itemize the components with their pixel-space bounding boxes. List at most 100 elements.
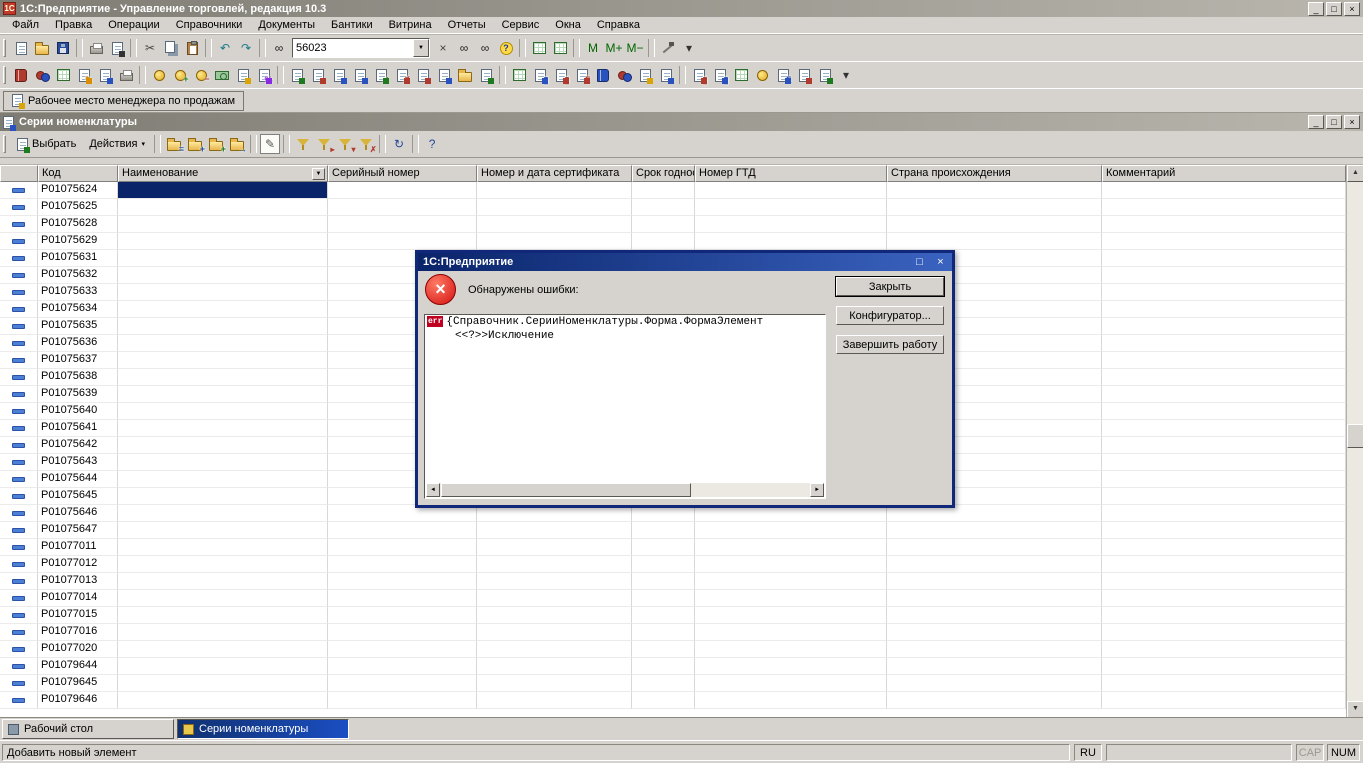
edit-item-icon[interactable]: ✎ — [260, 134, 281, 154]
maximize-button[interactable]: □ — [1326, 1, 1342, 16]
cell-empty[interactable] — [1102, 199, 1346, 216]
cell-empty[interactable] — [1102, 318, 1346, 335]
stock-report-icon[interactable]: ▮ — [710, 65, 730, 85]
cell-empty[interactable] — [1102, 301, 1346, 318]
cell-empty[interactable] — [477, 658, 632, 675]
cell-code[interactable]: P01077020 — [38, 641, 118, 658]
banknote-icon[interactable] — [212, 65, 232, 85]
new-icon[interactable] — [11, 38, 31, 58]
help-icon[interactable]: ? — [422, 134, 442, 154]
cell-empty[interactable] — [1102, 233, 1346, 250]
cell-empty[interactable] — [1102, 420, 1346, 437]
cell-empty[interactable] — [1102, 352, 1346, 369]
cell-empty[interactable] — [695, 539, 887, 556]
cell-empty[interactable] — [632, 658, 695, 675]
totals-icon[interactable]: Σ — [572, 65, 592, 85]
cell-empty[interactable] — [887, 522, 1102, 539]
clear-filter-icon[interactable]: ✗ — [356, 134, 377, 154]
table-row[interactable]: P01077014 — [0, 590, 1346, 607]
cell-empty[interactable] — [118, 386, 328, 403]
cell-empty[interactable] — [118, 267, 328, 284]
contracts-icon[interactable] — [593, 65, 613, 85]
cell-empty[interactable] — [328, 658, 477, 675]
cell-empty[interactable] — [477, 556, 632, 573]
cell-empty[interactable] — [118, 692, 328, 709]
edit-document-icon[interactable]: ✎ — [74, 65, 94, 85]
language-indicator[interactable]: RU — [1074, 744, 1102, 761]
cell-empty[interactable] — [632, 556, 695, 573]
minimize-button[interactable]: _ — [1308, 1, 1324, 16]
child-close-button[interactable]: × — [1344, 115, 1360, 129]
table-row[interactable]: P01077012 — [0, 556, 1346, 573]
cell-empty[interactable] — [632, 624, 695, 641]
cell-empty[interactable] — [695, 692, 887, 709]
cell-empty[interactable] — [118, 233, 328, 250]
cancel-doc-icon[interactable]: ✗ — [392, 65, 412, 85]
cell-empty[interactable] — [118, 471, 328, 488]
cell-code[interactable]: P01075643 — [38, 454, 118, 471]
dialog-close-button[interactable]: × — [934, 255, 947, 269]
expand-levels-icon[interactable]: + — [185, 134, 205, 154]
managers-icon[interactable] — [614, 65, 634, 85]
table-row[interactable]: P01077020 — [0, 641, 1346, 658]
cell-empty[interactable] — [632, 199, 695, 216]
transfer-doc-icon[interactable]: → — [329, 65, 349, 85]
cell-empty[interactable] — [695, 199, 887, 216]
shipment-doc-icon[interactable]: ↑ — [308, 65, 328, 85]
save-icon[interactable] — [53, 38, 73, 58]
cell-empty[interactable] — [477, 522, 632, 539]
cell-empty[interactable] — [632, 573, 695, 590]
cell-empty[interactable] — [1102, 386, 1346, 403]
cell-empty[interactable] — [1102, 522, 1346, 539]
report-table-icon[interactable] — [509, 65, 529, 85]
cell-code[interactable]: P01075638 — [38, 369, 118, 386]
sales-chart-icon[interactable]: ▮ — [530, 65, 550, 85]
open-icon[interactable] — [32, 38, 52, 58]
find-binoculars-icon[interactable]: ∞ — [454, 38, 474, 58]
cell-code[interactable]: P01075635 — [38, 318, 118, 335]
table-row[interactable]: P01075625 — [0, 199, 1346, 216]
window-tab-series[interactable]: Серии номенклатуры — [177, 719, 349, 739]
new-group-icon[interactable]: + — [206, 134, 226, 154]
posted-list-icon[interactable] — [476, 65, 496, 85]
cash-out-icon[interactable]: − — [191, 65, 211, 85]
toolbar-overflow-icon[interactable]: ▾ — [679, 38, 699, 58]
cell-code[interactable]: P01075631 — [38, 250, 118, 267]
cell-code[interactable]: P01077012 — [38, 556, 118, 573]
workspace-chip[interactable]: Рабочее место менеджера по продажам — [3, 90, 245, 111]
find-icon[interactable]: ∞ — [269, 38, 289, 58]
cell-empty[interactable] — [695, 573, 887, 590]
cell-empty[interactable] — [118, 420, 328, 437]
table-row[interactable]: P01077015 — [0, 607, 1346, 624]
cell-empty[interactable] — [1102, 692, 1346, 709]
cell-empty[interactable] — [1102, 675, 1346, 692]
counterparties-icon[interactable] — [11, 65, 31, 85]
cell-empty[interactable] — [1102, 182, 1346, 199]
column-header-certificate[interactable]: Номер и дата сертификата — [477, 165, 632, 182]
cell-code[interactable]: P01075637 — [38, 352, 118, 369]
cell-empty[interactable] — [118, 488, 328, 505]
close-button[interactable]: × — [1344, 1, 1360, 16]
menu-item-operations[interactable]: Операции — [100, 18, 167, 32]
menu-item-help[interactable]: Справка — [589, 18, 648, 32]
cell-empty[interactable] — [118, 624, 328, 641]
cell-empty[interactable] — [118, 199, 328, 216]
toolbar-grip[interactable] — [3, 135, 6, 153]
tools-icon[interactable] — [658, 38, 678, 58]
undo-icon[interactable]: ↶ — [215, 38, 235, 58]
commands-overflow-icon[interactable]: ▾ — [836, 65, 856, 85]
cell-empty[interactable] — [1102, 403, 1346, 420]
cell-empty[interactable] — [118, 658, 328, 675]
cell-empty[interactable] — [1102, 437, 1346, 454]
cell-empty[interactable] — [1102, 607, 1346, 624]
cell-empty[interactable] — [887, 556, 1102, 573]
nomenclature-icon[interactable] — [53, 65, 73, 85]
menu-item-file[interactable]: Файл — [4, 18, 47, 32]
scroll-up-icon[interactable]: ▲ — [1347, 165, 1363, 182]
cell-empty[interactable] — [887, 539, 1102, 556]
receipt-doc-icon[interactable]: ↓ — [287, 65, 307, 85]
cell-empty[interactable] — [477, 539, 632, 556]
cell-empty[interactable] — [887, 624, 1102, 641]
column-header-code[interactable]: Код — [38, 165, 118, 182]
scroll-down-icon[interactable]: ▼ — [1347, 701, 1363, 718]
